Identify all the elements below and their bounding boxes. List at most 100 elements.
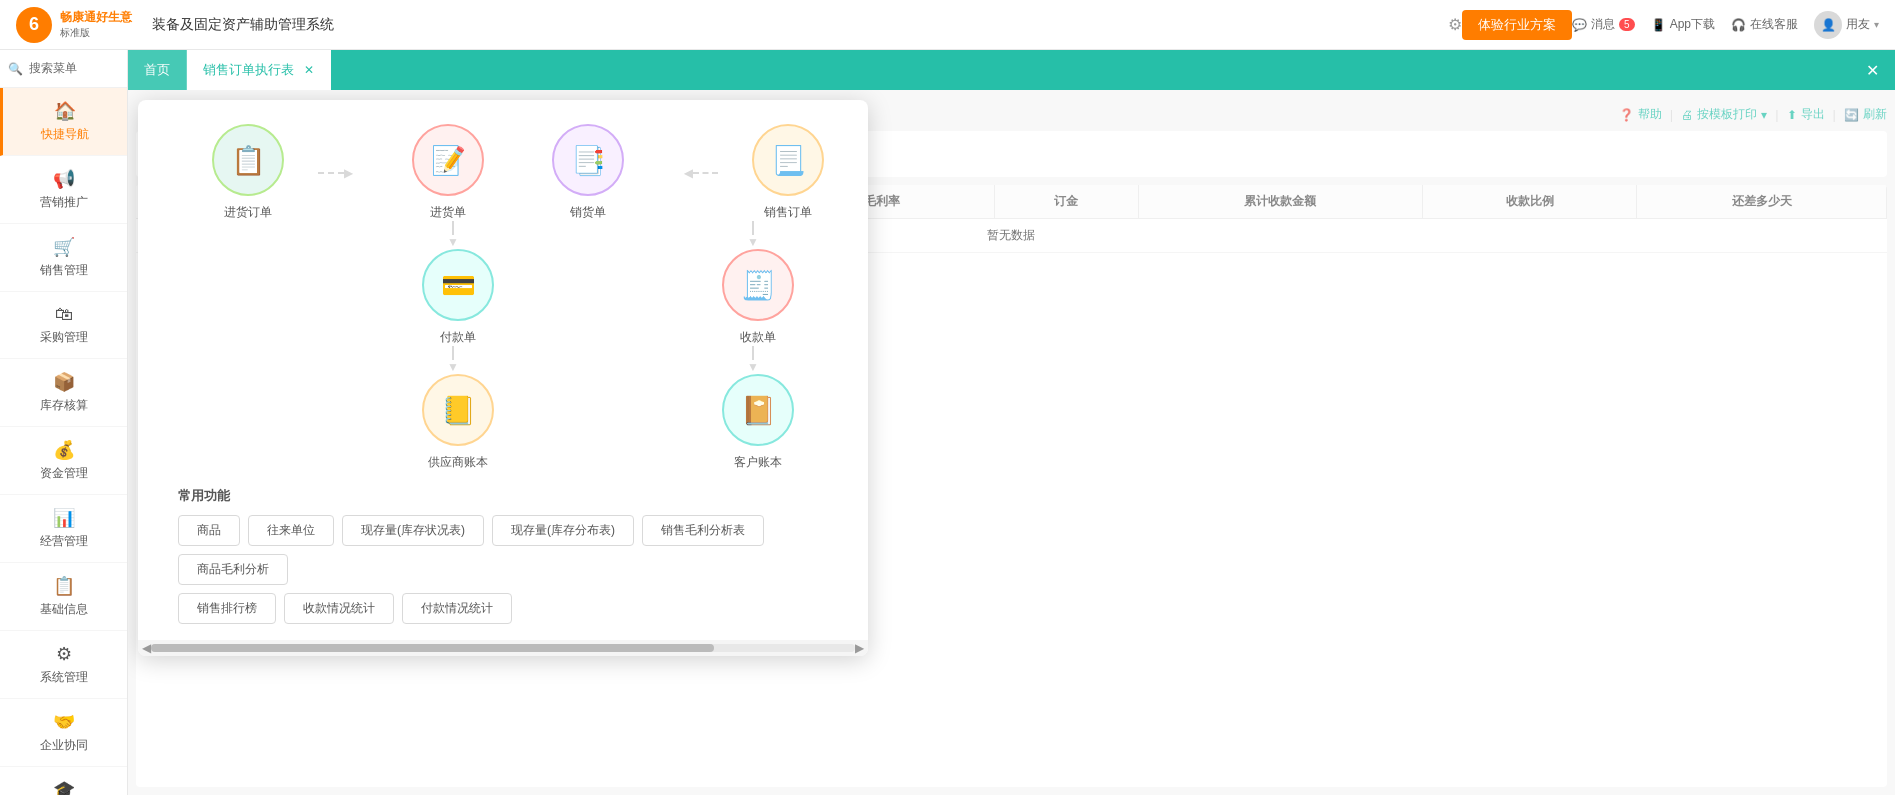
- sidebar-label-inventory: 库存核算: [40, 397, 88, 414]
- sidebar-label-purchase: 采购管理: [40, 329, 88, 346]
- scrollbar-track[interactable]: [151, 644, 855, 652]
- sidebar-item-quick[interactable]: 🏠快捷导航: [0, 88, 127, 156]
- func-btn[interactable]: 商品: [178, 515, 240, 546]
- sidebar-label-sales: 销售管理: [40, 262, 88, 279]
- app-download-button[interactable]: 📱 App下载: [1651, 16, 1715, 33]
- modal-scrollbar[interactable]: ◀ ▶: [138, 640, 868, 656]
- quick-icon: 🏠: [54, 100, 76, 122]
- func-btn[interactable]: 销售毛利分析表: [642, 515, 764, 546]
- quick-guide-modal-overlay: 📋 进货订单 ▶: [128, 90, 1895, 795]
- try-button[interactable]: 体验行业方案: [1462, 10, 1572, 40]
- search-icon: 🔍: [8, 62, 23, 76]
- sidebar-item-inventory[interactable]: 📦 库存核算: [0, 359, 127, 427]
- tab-home[interactable]: 首页: [128, 50, 187, 90]
- scroll-left-icon[interactable]: ◀: [142, 641, 151, 655]
- sidebar: 🔍 搜索菜单 🏠快捷导航📢营销推广 🛒 销售管理 🛍 采购管理 📦 库存核算 💰资金管理📊经营…: [0, 50, 128, 795]
- sale-icon: 📑: [552, 124, 624, 196]
- app-icon: 📱: [1651, 18, 1666, 32]
- arrow-receipt-to-customer: ▼: [747, 346, 759, 374]
- purchase-order-label: 进货订单: [224, 204, 272, 221]
- page-content: ❓ 帮助 | 🖨 按模板打印 ▾ | ⬆ 导出 |: [128, 90, 1895, 795]
- sidebar-label-system: 系统管理: [40, 669, 88, 686]
- flow-node-customer-ledger[interactable]: 📔 客户账本: [688, 374, 828, 471]
- flow-node-sale[interactable]: 📑 销货单: [518, 124, 658, 221]
- scrollbar-thumb[interactable]: [151, 644, 714, 652]
- customer-ledger-icon: 📔: [722, 374, 794, 446]
- service-label: 在线客服: [1750, 16, 1798, 33]
- sidebar-item-purchase[interactable]: 🛍 采购管理: [0, 292, 127, 359]
- sidebar-item-operations[interactable]: 📊经营管理: [0, 495, 127, 563]
- arrow-sale-to-receipt: ▼: [747, 221, 759, 249]
- system-name: 装备及固定资产辅助管理系统: [152, 16, 1448, 34]
- user-label: 用友: [1846, 16, 1870, 33]
- receipt-icon: 🧾: [722, 249, 794, 321]
- search-label: 搜索菜单: [29, 60, 77, 77]
- message-label: 消息: [1591, 16, 1615, 33]
- sidebar-item-sales[interactable]: 🛒 销售管理: [0, 224, 127, 292]
- func-btn[interactable]: 往来单位: [248, 515, 334, 546]
- purchase-icon: 🛍: [55, 304, 73, 325]
- sidebar-item-finance[interactable]: 💰资金管理: [0, 427, 127, 495]
- message-badge: 5: [1619, 18, 1635, 31]
- user-menu[interactable]: 👤 用友 ▾: [1814, 11, 1879, 39]
- sales-icon: 🛒: [53, 236, 75, 258]
- flow-node-receipt[interactable]: 🧾 收款单: [688, 249, 828, 346]
- sidebar-item-collab[interactable]: 🤝企业协同: [0, 699, 127, 767]
- tab-bar: 首页 销售订单执行表 ✕ ✕: [128, 50, 1895, 90]
- marketing-icon: 📢: [53, 168, 75, 190]
- sidebar-label-finance: 资金管理: [40, 465, 88, 482]
- arrow-payment-to-supplier: ▼: [447, 346, 459, 374]
- inventory-icon: 📦: [53, 371, 75, 393]
- sale-order-label: 销售订单: [764, 204, 812, 221]
- tab-close-icon[interactable]: ✕: [304, 63, 314, 77]
- sidebar-item-newbie[interactable]: 🎓新手引导: [0, 767, 127, 795]
- sidebar-item-marketing[interactable]: 📢营销推广: [0, 156, 127, 224]
- scroll-right-icon[interactable]: ▶: [855, 641, 864, 655]
- tab-sales-order-label: 销售订单执行表: [203, 61, 294, 79]
- close-all-tabs-button[interactable]: ✕: [1850, 61, 1895, 80]
- func-btn[interactable]: 销售排行榜: [178, 593, 276, 624]
- flow-node-sale-order[interactable]: 📃 销售订单: [718, 124, 858, 221]
- flow-node-purchase-order[interactable]: 📋 进货订单: [178, 124, 318, 221]
- settings-icon[interactable]: ⚙: [1448, 15, 1462, 34]
- func-btn[interactable]: 商品毛利分析: [178, 554, 288, 585]
- chevron-down-icon: ▾: [1874, 19, 1879, 30]
- message-button[interactable]: 💬 消息 5: [1572, 16, 1635, 33]
- tab-sales-order[interactable]: 销售订单执行表 ✕: [187, 50, 331, 90]
- online-service-button[interactable]: 🎧 在线客服: [1731, 16, 1798, 33]
- payment-icon: 💳: [422, 249, 494, 321]
- flow-node-purchase[interactable]: 📝 进货单: [378, 124, 518, 221]
- search-menu-button[interactable]: 🔍 搜索菜单: [0, 50, 127, 88]
- base-icon: 📋: [53, 575, 75, 597]
- arrow-sale-order-to-sale: ▶: [658, 166, 718, 180]
- message-icon: 💬: [1572, 18, 1587, 32]
- sale-order-icon: 📃: [752, 124, 824, 196]
- func-btns-row1: 商品往来单位现存量(库存状况表) 现存量(库存分布表) 销售毛利分析表商品毛利分析: [178, 515, 828, 585]
- logo-text: 畅康通好生意 标准版: [60, 10, 132, 39]
- sidebar-label-base: 基础信息: [40, 601, 88, 618]
- arrow-purchase-to-payment: ▼: [447, 221, 459, 249]
- payment-label: 付款单: [440, 329, 476, 346]
- receipt-label: 收款单: [740, 329, 776, 346]
- flow-diagram: 📋 进货订单 ▶: [178, 124, 828, 471]
- top-actions: 💬 消息 5 📱 App下载 🎧 在线客服 👤 用友 ▾: [1572, 11, 1879, 39]
- sale-label: 销货单: [570, 204, 606, 221]
- func-btn[interactable]: 收款情况统计: [284, 593, 394, 624]
- sidebar-item-base[interactable]: 📋 基础信息: [0, 563, 127, 631]
- supplier-ledger-label: 供应商账本: [428, 454, 488, 471]
- home-tab-label: 首页: [144, 61, 170, 79]
- func-btn[interactable]: 现存量(库存状况表): [342, 515, 484, 546]
- modal-body: 📋 进货订单 ▶: [138, 100, 868, 640]
- arrow-purchase-order-to-purchase: ▶: [318, 166, 378, 180]
- service-icon: 🎧: [1731, 18, 1746, 32]
- avatar: 👤: [1814, 11, 1842, 39]
- func-btn[interactable]: 付款情况统计: [402, 593, 512, 624]
- purchase-label: 进货单: [430, 204, 466, 221]
- system-icon: ⚙: [56, 643, 72, 665]
- sidebar-item-system[interactable]: ⚙ 系统管理: [0, 631, 127, 699]
- flow-node-payment[interactable]: 💳 付款单: [388, 249, 528, 346]
- customer-ledger-label: 客户账本: [734, 454, 782, 471]
- logo-line1: 畅康通好生意: [60, 10, 132, 26]
- func-btn[interactable]: 现存量(库存分布表): [492, 515, 634, 546]
- flow-node-supplier-ledger[interactable]: 📒 供应商账本: [388, 374, 528, 471]
